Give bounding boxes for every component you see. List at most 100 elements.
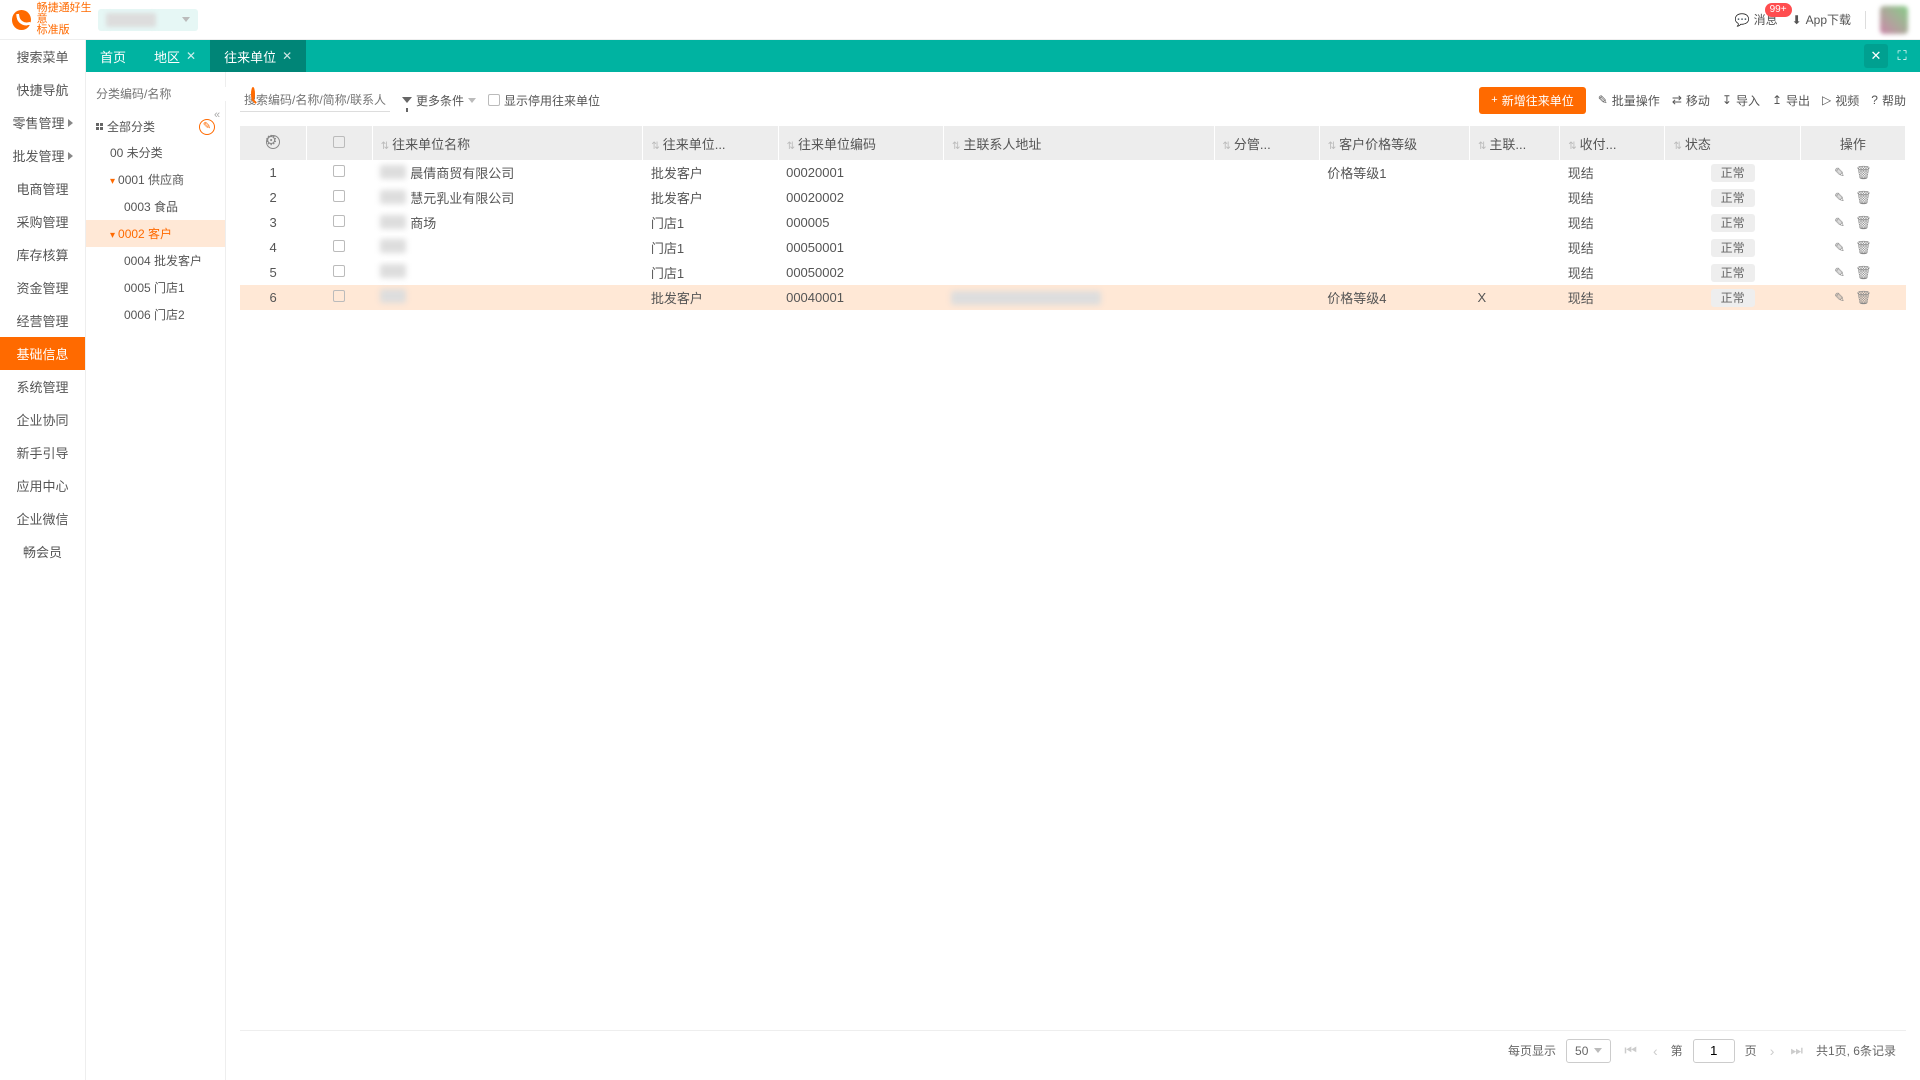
- tree-node[interactable]: 0001 供应商: [86, 166, 225, 193]
- tab-close-icon[interactable]: ✕: [186, 49, 196, 63]
- tree-root[interactable]: 全部分类 ✎: [86, 114, 225, 139]
- select-all-checkbox[interactable]: [333, 136, 345, 148]
- tab[interactable]: 地区✕: [140, 40, 210, 72]
- status-badge: 正常: [1711, 264, 1755, 282]
- gear-icon[interactable]: [266, 135, 280, 149]
- column-header[interactable]: 操作: [1800, 126, 1905, 160]
- import-button[interactable]: ↧导入: [1722, 92, 1760, 109]
- column-header[interactable]: 往来单位名称: [372, 126, 643, 160]
- edit-category-icon[interactable]: ✎: [199, 119, 215, 135]
- sidebar-item[interactable]: 企业微信: [0, 502, 85, 535]
- sidebar-item[interactable]: 企业协同: [0, 403, 85, 436]
- sidebar-item[interactable]: 新手引导: [0, 436, 85, 469]
- sidebar-item[interactable]: 库存核算: [0, 238, 85, 271]
- edit-row-icon[interactable]: ✎: [1834, 265, 1845, 281]
- more-conditions-button[interactable]: 更多条件: [402, 92, 476, 109]
- tab-close-icon[interactable]: ✕: [282, 49, 292, 63]
- column-header[interactable]: [240, 126, 306, 160]
- delete-row-icon[interactable]: 🗑: [1855, 215, 1872, 231]
- edit-row-icon[interactable]: ✎: [1834, 165, 1845, 181]
- next-page-button[interactable]: ›: [1767, 1043, 1778, 1059]
- header-right: 💬 消息 99+ ⬇ App下载: [1735, 6, 1908, 34]
- sidebar-item[interactable]: 资金管理: [0, 271, 85, 304]
- avatar[interactable]: [1880, 6, 1908, 34]
- column-header[interactable]: 往来单位编码: [778, 126, 943, 160]
- row-checkbox[interactable]: [333, 190, 345, 202]
- column-header[interactable]: 状态: [1665, 126, 1800, 160]
- column-header[interactable]: 主联系人地址: [943, 126, 1214, 160]
- row-checkbox[interactable]: [333, 240, 345, 252]
- close-all-button[interactable]: ✕: [1864, 44, 1888, 68]
- sidebar-item[interactable]: 基础信息: [0, 337, 85, 370]
- table-row[interactable]: 4门店100050001现结正常✎🗑: [240, 235, 1906, 260]
- fullscreen-button[interactable]: ⛶: [1890, 44, 1914, 68]
- delete-row-icon[interactable]: 🗑: [1855, 240, 1872, 256]
- sidebar-item[interactable]: 应用中心: [0, 469, 85, 502]
- search-icon[interactable]: [251, 87, 255, 101]
- video-button[interactable]: ▷视频: [1822, 92, 1859, 109]
- column-header[interactable]: 主联...: [1470, 126, 1560, 160]
- delete-row-icon[interactable]: 🗑: [1855, 290, 1872, 306]
- delete-row-icon[interactable]: 🗑: [1855, 190, 1872, 206]
- edit-row-icon[interactable]: ✎: [1834, 190, 1845, 206]
- tree-node[interactable]: 0005 门店1: [86, 274, 225, 301]
- edit-row-icon[interactable]: ✎: [1834, 290, 1845, 306]
- add-unit-button[interactable]: + 新增往来单位: [1479, 87, 1585, 114]
- company-selector[interactable]: [98, 9, 198, 31]
- plus-icon: +: [1491, 94, 1497, 106]
- row-checkbox[interactable]: [333, 215, 345, 227]
- sidebar-item[interactable]: 批发管理: [0, 139, 85, 172]
- edit-row-icon[interactable]: ✎: [1834, 215, 1845, 231]
- show-disabled-checkbox[interactable]: 显示停用往来单位: [488, 92, 600, 109]
- per-page-select[interactable]: 50: [1566, 1039, 1611, 1063]
- sidebar-item[interactable]: 系统管理: [0, 370, 85, 403]
- row-checkbox[interactable]: [333, 265, 345, 277]
- column-header[interactable]: 收付...: [1560, 126, 1665, 160]
- last-page-button[interactable]: ⏭: [1787, 1042, 1806, 1059]
- page-input[interactable]: [1693, 1039, 1735, 1063]
- tab[interactable]: 首页: [86, 40, 140, 72]
- sidebar-item[interactable]: 畅会员: [0, 535, 85, 568]
- sidebar-item[interactable]: 经营管理: [0, 304, 85, 337]
- table-row[interactable]: 3商场门店1000005现结正常✎🗑: [240, 210, 1906, 235]
- tree-node[interactable]: 0003 食品: [86, 193, 225, 220]
- caret-icon: [68, 119, 73, 127]
- table-row[interactable]: 2慧元乳业有限公司批发客户00020002现结正常✎🗑: [240, 185, 1906, 210]
- data-table: 往来单位名称往来单位...往来单位编码主联系人地址分管...客户价格等级主联..…: [240, 126, 1906, 310]
- tab[interactable]: 往来单位✕: [210, 40, 306, 72]
- batch-button[interactable]: ✎批量操作: [1598, 92, 1660, 109]
- column-header[interactable]: 客户价格等级: [1319, 126, 1469, 160]
- sidebar-item[interactable]: 电商管理: [0, 172, 85, 205]
- sidebar-item[interactable]: 采购管理: [0, 205, 85, 238]
- table-row[interactable]: 1晨倩商贸有限公司批发客户00020001价格等级1现结正常✎🗑: [240, 160, 1906, 185]
- tree-node[interactable]: 0004 批发客户: [86, 247, 225, 274]
- collapse-tree-icon[interactable]: «: [214, 109, 220, 121]
- app-download-button[interactable]: ⬇ App下载: [1792, 11, 1851, 28]
- help-button[interactable]: ?帮助: [1871, 92, 1906, 109]
- sidebar-item[interactable]: 快捷导航: [0, 73, 85, 106]
- table-row[interactable]: 6批发客户00040001价格等级4X现结正常✎🗑: [240, 285, 1906, 310]
- sidebar-item[interactable]: 搜索菜单: [0, 40, 85, 73]
- export-button[interactable]: ↥导出: [1772, 92, 1810, 109]
- tree-node[interactable]: 00 未分类: [86, 139, 225, 166]
- sidebar-item[interactable]: 零售管理: [0, 106, 85, 139]
- table-search-input[interactable]: [240, 88, 390, 112]
- prev-page-button[interactable]: ‹: [1650, 1043, 1661, 1059]
- column-header[interactable]: 分管...: [1214, 126, 1319, 160]
- move-button[interactable]: ⇄移动: [1672, 92, 1710, 109]
- row-checkbox[interactable]: [333, 165, 345, 177]
- first-page-button[interactable]: ⏮: [1621, 1042, 1640, 1059]
- delete-row-icon[interactable]: 🗑: [1855, 265, 1872, 281]
- column-header[interactable]: [306, 126, 372, 160]
- tree-node[interactable]: 0006 门店2: [86, 301, 225, 328]
- delete-row-icon[interactable]: 🗑: [1855, 165, 1872, 181]
- row-checkbox[interactable]: [333, 290, 345, 302]
- table-row[interactable]: 5门店100050002现结正常✎🗑: [240, 260, 1906, 285]
- logo-icon: [12, 10, 31, 30]
- edit-row-icon[interactable]: ✎: [1834, 240, 1845, 256]
- column-header[interactable]: 往来单位...: [643, 126, 778, 160]
- table-header-row: 往来单位名称往来单位...往来单位编码主联系人地址分管...客户价格等级主联..…: [240, 126, 1906, 160]
- messages-button[interactable]: 💬 消息 99+: [1735, 11, 1778, 28]
- tree-node[interactable]: 0002 客户: [86, 220, 225, 247]
- funnel-icon: [402, 97, 412, 103]
